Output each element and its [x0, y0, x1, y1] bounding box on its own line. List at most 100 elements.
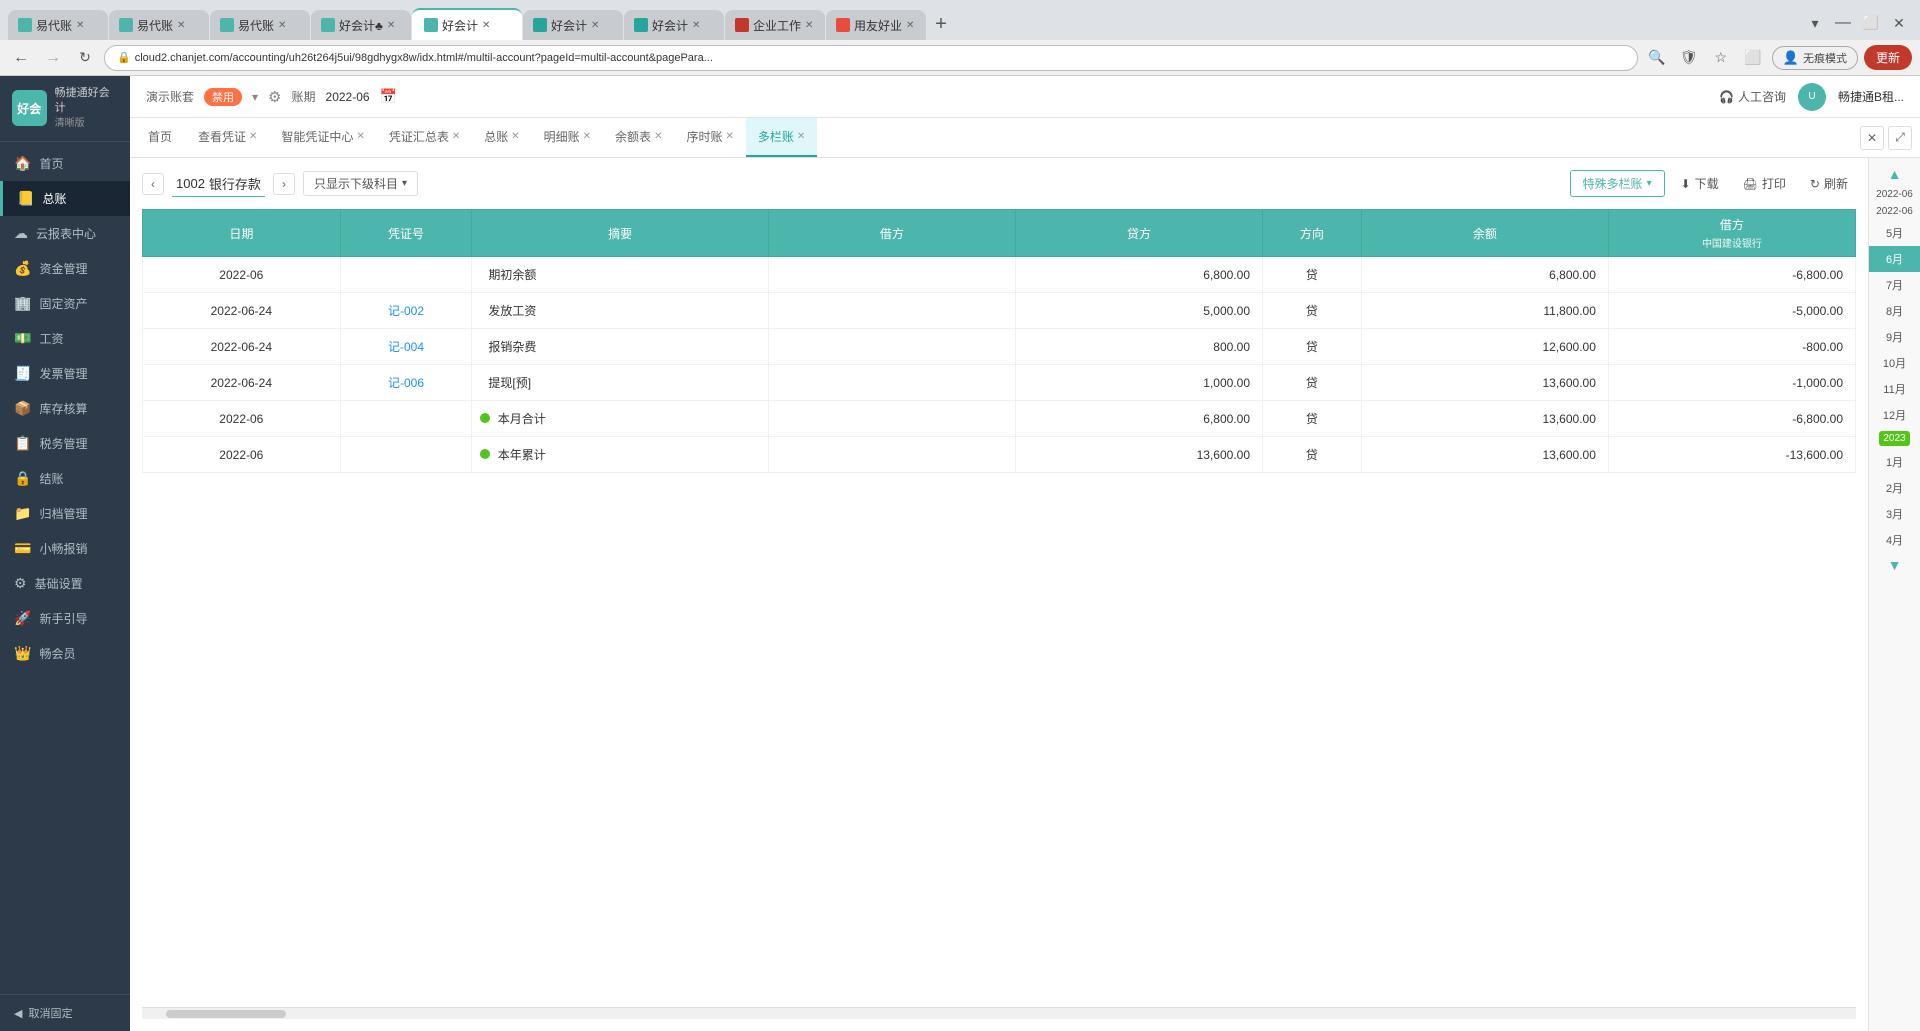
voucher-link[interactable]: 记-006: [388, 376, 424, 390]
special-ledger-button[interactable]: 特殊多栏账 ▾: [1570, 170, 1665, 197]
tab-yidazhang-3[interactable]: 易代账 ✕: [210, 10, 310, 40]
tab-list-button[interactable]: ▾: [1802, 10, 1828, 36]
timeline-down-arrow[interactable]: ▼: [1888, 553, 1902, 577]
timeline-month-aug[interactable]: 8月: [1869, 298, 1920, 324]
tab-close-general-ledger[interactable]: ✕: [511, 131, 519, 142]
tab-home[interactable]: 首页: [134, 118, 186, 157]
tab-detail-ledger[interactable]: 明细账 ✕: [532, 118, 603, 157]
sidebar-item-general-ledger[interactable]: 📒 总账: [0, 181, 130, 216]
sidebar-item-archive[interactable]: 📁 归档管理: [0, 496, 130, 531]
close-tab-button[interactable]: ✕: [1860, 126, 1884, 150]
voucher-link[interactable]: 记-004: [388, 340, 424, 354]
sidebar-item-guide[interactable]: 🚀 新手引导: [0, 601, 130, 636]
tab-smart-voucher[interactable]: 智能凭证中心 ✕: [269, 118, 376, 157]
tab-close-6[interactable]: ✕: [591, 20, 599, 31]
sub-account-filter[interactable]: 只显示下级科目 ▾: [303, 171, 418, 196]
tab-general-ledger[interactable]: 总账 ✕: [472, 118, 531, 157]
tab-haokuaiji-5-active[interactable]: 好会计 ✕: [412, 8, 522, 40]
cell-voucher[interactable]: 记-002: [340, 293, 472, 329]
back-button[interactable]: ←: [8, 45, 34, 71]
update-button[interactable]: 更新: [1864, 45, 1912, 70]
tab-close-3[interactable]: ✕: [278, 20, 286, 31]
gear-button[interactable]: ⚙: [268, 88, 281, 106]
timeline-month-may[interactable]: 5月: [1869, 220, 1920, 246]
tab-balance-sheet[interactable]: 余额表 ✕: [603, 118, 674, 157]
sidebar-item-home[interactable]: 🏠 首页: [0, 146, 130, 181]
tab-haokuaiji-4[interactable]: 好会计♣ ✕: [311, 10, 411, 40]
timeline-month-june-active[interactable]: 6月: [1869, 246, 1920, 272]
tab-close-1[interactable]: ✕: [76, 20, 84, 31]
tab-add-button[interactable]: +: [927, 10, 955, 38]
search-icon[interactable]: 🔍: [1644, 45, 1670, 71]
sidebar-item-member[interactable]: 👑 畅会员: [0, 636, 130, 671]
tab-haokuaiji-6[interactable]: 好会计 ✕: [523, 10, 623, 40]
timeline-month-nov[interactable]: 11月: [1869, 376, 1920, 402]
sidebar-collapse-button[interactable]: ◀ 取消固定: [0, 994, 130, 1031]
sidebar-item-fund[interactable]: 💰 资金管理: [0, 251, 130, 286]
consult-button[interactable]: 🎧 人工咨询: [1719, 88, 1786, 105]
tab-close-9[interactable]: ✕: [906, 20, 914, 31]
tab-close-balance-sheet[interactable]: ✕: [654, 131, 662, 142]
timeline-month-sep[interactable]: 9月: [1869, 324, 1920, 350]
timeline-month-mar[interactable]: 3月: [1869, 501, 1920, 527]
print-button[interactable]: 🖨 打印: [1735, 171, 1794, 196]
tab-close-4[interactable]: ✕: [387, 20, 395, 31]
tab-close-view-voucher[interactable]: ✕: [249, 131, 257, 142]
tab-close-2[interactable]: ✕: [177, 20, 185, 31]
calendar-icon[interactable]: 📅: [380, 88, 397, 105]
horizontal-scrollbar[interactable]: [142, 1007, 1856, 1019]
sidebar-item-salary[interactable]: 💵 工资: [0, 321, 130, 356]
scroll-thumb[interactable]: [166, 1010, 286, 1018]
tab-multi-column[interactable]: 多栏账 ✕: [746, 118, 817, 157]
minimize-button[interactable]: —: [1830, 10, 1856, 36]
tab-yongyou-9[interactable]: 用友好业 ✕: [826, 10, 926, 40]
download-button[interactable]: ⬇ 下载: [1673, 171, 1727, 196]
tab-close-journal[interactable]: ✕: [725, 131, 733, 142]
timeline-up-arrow[interactable]: ▲: [1888, 162, 1902, 186]
sidebar-item-settings[interactable]: ⚙ 基础设置: [0, 566, 130, 601]
tab-close-smart-voucher[interactable]: ✕: [356, 131, 364, 142]
close-window-button[interactable]: ✕: [1886, 10, 1912, 36]
forward-button[interactable]: →: [40, 45, 66, 71]
cell-voucher[interactable]: 记-006: [340, 365, 472, 401]
timeline-month-dec[interactable]: 12月: [1869, 402, 1920, 428]
tab-close-multi-column[interactable]: ✕: [797, 131, 805, 142]
tab-close-5[interactable]: ✕: [482, 20, 490, 31]
timeline-month-apr[interactable]: 4月: [1869, 527, 1920, 553]
cell-voucher[interactable]: 记-004: [340, 329, 472, 365]
timeline-month-july[interactable]: 7月: [1869, 272, 1920, 298]
sidebar-item-invoice[interactable]: 🧾 发票管理: [0, 356, 130, 391]
stealth-mode-button[interactable]: 👤 无痕模式: [1772, 46, 1858, 70]
tab-enterprise-8[interactable]: 企业工作 ✕: [725, 10, 825, 40]
sidebar-item-cloud-report[interactable]: ☁ 云报表中心: [0, 216, 130, 251]
timeline-month-feb[interactable]: 2月: [1869, 475, 1920, 501]
tab-close-8[interactable]: ✕: [805, 20, 813, 31]
sidebar-item-close-books[interactable]: 🔒 结账: [0, 461, 130, 496]
star-icon[interactable]: ☆: [1708, 45, 1734, 71]
timeline-month-oct[interactable]: 10月: [1869, 350, 1920, 376]
tab-close-7[interactable]: ✕: [692, 20, 700, 31]
tab-haokuaiji-7[interactable]: 好会计 ✕: [624, 10, 724, 40]
url-bar[interactable]: 🔒 cloud2.chanjet.com/accounting/uh26t264…: [104, 45, 1638, 71]
tab-journal[interactable]: 序时账 ✕: [674, 118, 745, 157]
next-account-button[interactable]: ›: [273, 173, 295, 195]
sidebar-item-expense[interactable]: 💳 小畅报销: [0, 531, 130, 566]
timeline-month-jan[interactable]: 1月: [1869, 449, 1920, 475]
tab-close-voucher-summary[interactable]: ✕: [452, 131, 460, 142]
tab-view-voucher[interactable]: 查看凭证 ✕: [186, 118, 269, 157]
sidebar-item-inventory[interactable]: 📦 库存核算: [0, 391, 130, 426]
tab-voucher-summary[interactable]: 凭证汇总表 ✕: [377, 118, 472, 157]
shield-icon[interactable]: 🛡: [1676, 45, 1702, 71]
reload-button[interactable]: ↻: [72, 45, 98, 71]
sidebar-item-tax[interactable]: 📋 税务管理: [0, 426, 130, 461]
account-selector[interactable]: 1002 银行存款: [172, 171, 265, 197]
tab-close-detail-ledger[interactable]: ✕: [583, 131, 591, 142]
voucher-link[interactable]: 记-002: [388, 304, 424, 318]
sidebar-item-fixed-asset[interactable]: 🏢 固定资产: [0, 286, 130, 321]
maximize-button[interactable]: ⬜: [1858, 10, 1884, 36]
tab-yidazhang-1[interactable]: 易代账 ✕: [8, 10, 108, 40]
refresh-button[interactable]: ↻ 刷新: [1802, 171, 1856, 196]
dropdown-arrow-icon[interactable]: ▾: [252, 90, 258, 104]
extensions-icon[interactable]: ⬜: [1740, 45, 1766, 71]
expand-tab-button[interactable]: ⤢: [1888, 126, 1912, 150]
